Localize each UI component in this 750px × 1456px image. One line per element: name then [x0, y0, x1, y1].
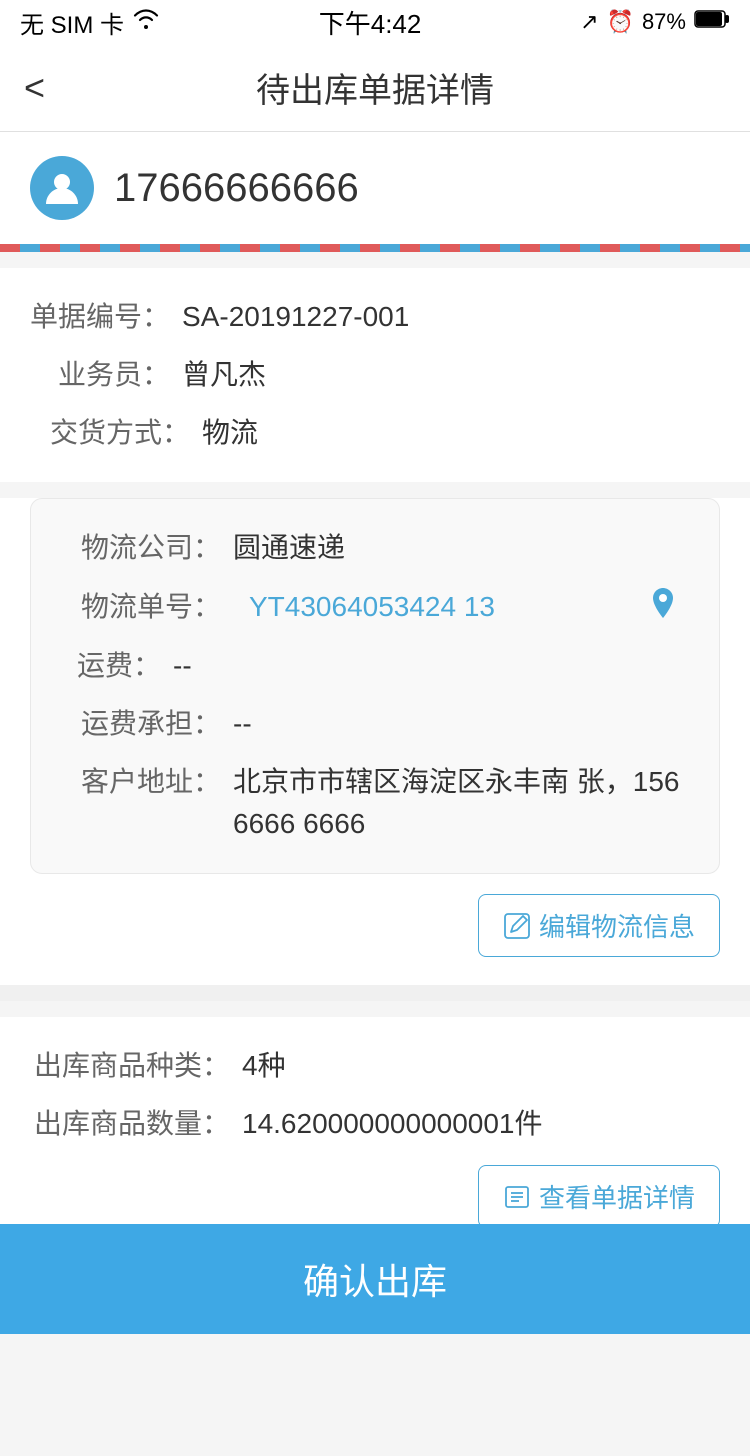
freight-bear-row: 运费承担： -- [61, 703, 689, 745]
status-bar: 无 SIM 卡 下午4:42 ↗ ⏰ 87% [0, 0, 750, 44]
logistics-tracking-value: YT43064053424 13 [249, 586, 629, 628]
logistics-tracking-row: 物流单号： YT43064053424 13 [61, 585, 689, 629]
map-pin-icon[interactable] [645, 585, 689, 629]
view-detail-label: 查看单据详情 [539, 1178, 695, 1215]
freight-label: 运费： [61, 645, 161, 687]
freight-bear-label: 运费承担： [61, 703, 221, 745]
battery-text: 87% [642, 9, 686, 35]
goods-quantity-label: 出库商品数量： [30, 1103, 230, 1145]
freight-bear-value: -- [233, 703, 689, 745]
edit-logistics-area: 编辑物流信息 [30, 894, 720, 957]
confirm-button-label: 确认出库 [303, 1253, 447, 1305]
customer-phone: 17666666666 [114, 166, 359, 211]
edit-logistics-button[interactable]: 编辑物流信息 [478, 894, 720, 957]
goods-quantity-value: 14.620000000000001件 [242, 1103, 720, 1145]
location-status-icon: ↗ [580, 9, 598, 35]
view-detail-area: 查看单据详情 [30, 1165, 720, 1228]
delivery-label: 交货方式： [30, 412, 190, 454]
delivery-row: 交货方式： 物流 [30, 412, 720, 454]
edit-logistics-label: 编辑物流信息 [539, 907, 695, 944]
goods-section: 出库商品种类： 4种 出库商品数量： 14.620000000000001件 查… [0, 1017, 750, 1256]
document-number-row: 单据编号： SA-20191227-001 [30, 296, 720, 338]
logistics-tracking-label: 物流单号： [61, 586, 221, 628]
address-label: 客户地址： [61, 761, 221, 803]
document-info-section: 单据编号： SA-20191227-001 业务员： 曾凡杰 交货方式： 物流 [0, 268, 750, 482]
avatar [30, 156, 94, 220]
status-carrier: 无 SIM 卡 [20, 5, 160, 40]
address-row: 客户地址： 北京市市辖区海淀区永丰南 张，156 6666 6666 [61, 761, 689, 845]
view-detail-button[interactable]: 查看单据详情 [478, 1165, 720, 1228]
back-button[interactable]: < [24, 67, 45, 109]
logistics-company-row: 物流公司： 圆通速递 [61, 527, 689, 569]
customer-header: 17666666666 [0, 132, 750, 244]
status-right: ↗ ⏰ 87% [580, 9, 730, 35]
document-number-label: 单据编号： [30, 296, 170, 338]
alarm-icon: ⏰ [607, 9, 634, 35]
battery-icon [694, 9, 730, 35]
salesman-label: 业务员： [30, 354, 170, 396]
dashed-divider [0, 244, 750, 252]
goods-quantity-row: 出库商品数量： 14.620000000000001件 [30, 1103, 720, 1145]
freight-value: -- [173, 645, 689, 687]
goods-type-label: 出库商品种类： [30, 1045, 230, 1087]
logistics-card: 物流公司： 圆通速递 物流单号： YT43064053424 13 运费： --… [30, 498, 720, 874]
logistics-company-label: 物流公司： [61, 527, 221, 569]
nav-bar: < 待出库单据详情 [0, 44, 750, 132]
carrier-text: 无 SIM 卡 [20, 5, 124, 40]
section-divider [0, 985, 750, 1001]
goods-type-row: 出库商品种类： 4种 [30, 1045, 720, 1087]
confirm-bar[interactable]: 确认出库 [0, 1224, 750, 1334]
logistics-company-value: 圆通速递 [233, 527, 689, 569]
wifi-icon [132, 8, 160, 36]
address-value: 北京市市辖区海淀区永丰南 张，156 6666 6666 [233, 761, 689, 845]
delivery-value: 物流 [202, 412, 720, 454]
document-number-value: SA-20191227-001 [182, 296, 720, 338]
page-title: 待出库单据详情 [256, 63, 494, 112]
goods-type-value: 4种 [242, 1045, 720, 1087]
salesman-value: 曾凡杰 [182, 354, 720, 396]
freight-row: 运费： -- [61, 645, 689, 687]
salesman-row: 业务员： 曾凡杰 [30, 354, 720, 396]
status-time: 下午4:42 [319, 4, 422, 41]
